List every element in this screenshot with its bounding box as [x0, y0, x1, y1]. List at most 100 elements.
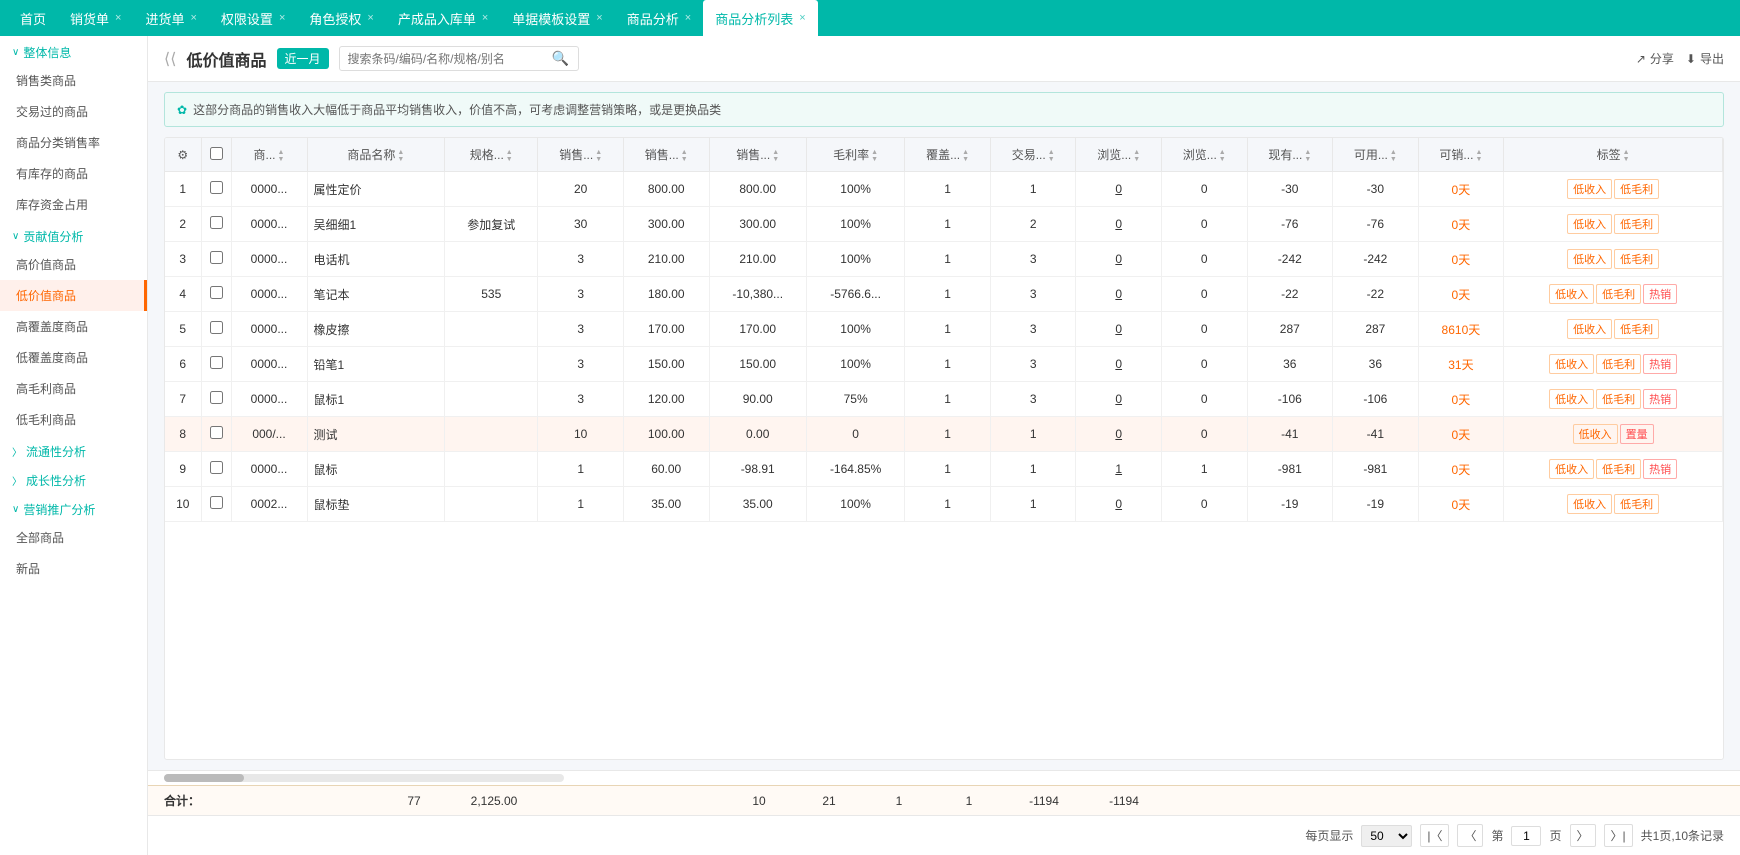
sidebar-item-new-goods[interactable]: 新品	[0, 553, 147, 584]
row-select-checkbox[interactable]	[210, 181, 223, 194]
row-browse1[interactable]: 0	[1076, 172, 1162, 207]
search-icon[interactable]: 🔍	[552, 50, 569, 67]
sidebar-group-flow[interactable]: 〉 流通性分析	[0, 435, 147, 464]
row-checkbox[interactable]	[201, 382, 231, 417]
nav-purchase-order[interactable]: 进货单×	[133, 0, 208, 36]
sidebar-group-marketing[interactable]: ∨ 营销推广分析	[0, 493, 147, 522]
row-checkbox[interactable]	[201, 242, 231, 277]
sidebar-item-low-value[interactable]: 低价值商品	[0, 280, 147, 311]
row-browse1[interactable]: 0	[1076, 277, 1162, 312]
browse-link[interactable]: 0	[1115, 497, 1122, 511]
sidebar-item-sales-goods[interactable]: 销售类商品	[0, 65, 147, 96]
browse-link[interactable]: 0	[1115, 357, 1122, 371]
nav-sales-order[interactable]: 销货单×	[58, 0, 133, 36]
code-column-header[interactable]: 商...▲▼	[231, 138, 307, 172]
nav-permission-settings[interactable]: 权限设置×	[209, 0, 297, 36]
filter-tag-recent-month[interactable]: 近一月	[277, 48, 329, 69]
browse-link[interactable]: 0	[1115, 322, 1122, 336]
sidebar-item-traded-goods[interactable]: 交易过的商品	[0, 96, 147, 127]
sidebar-group-contribution[interactable]: ∨ 贡献值分析	[0, 220, 147, 249]
sidebar-item-category-sales-rate[interactable]: 商品分类销售率	[0, 127, 147, 158]
nav-role-auth[interactable]: 角色授权×	[297, 0, 385, 36]
browse-link[interactable]: 0	[1115, 217, 1122, 231]
nav-template-settings[interactable]: 单据模板设置×	[500, 0, 614, 36]
nav-product-analysis-list[interactable]: 商品分析列表×	[703, 0, 817, 36]
row-select-checkbox[interactable]	[210, 286, 223, 299]
row-select-checkbox[interactable]	[210, 216, 223, 229]
nav-home[interactable]: 首页	[8, 0, 58, 36]
last-page-button[interactable]: 〉|	[1604, 824, 1633, 847]
sidebar-item-low-coverage[interactable]: 低覆盖度商品	[0, 342, 147, 373]
row-checkbox[interactable]	[201, 312, 231, 347]
sale-amount-column-header[interactable]: 销售...▲▼	[709, 138, 806, 172]
row-checkbox[interactable]	[201, 277, 231, 312]
row-checkbox[interactable]	[201, 452, 231, 487]
sidebar-item-high-margin[interactable]: 高毛利商品	[0, 373, 147, 404]
row-select-checkbox[interactable]	[210, 461, 223, 474]
search-input[interactable]	[348, 52, 548, 66]
row-checkbox[interactable]	[201, 417, 231, 452]
sidebar-item-stock-goods[interactable]: 有库存的商品	[0, 158, 147, 189]
close-icon[interactable]: ×	[115, 12, 121, 24]
close-icon[interactable]: ×	[596, 12, 602, 24]
sidebar-item-stock-funds[interactable]: 库存资金占用	[0, 189, 147, 220]
row-browse1[interactable]: 1	[1076, 452, 1162, 487]
transaction-column-header[interactable]: 交易...▲▼	[990, 138, 1076, 172]
browse-link[interactable]: 0	[1115, 182, 1122, 196]
name-column-header[interactable]: 商品名称▲▼	[307, 138, 445, 172]
spec-column-header[interactable]: 规格...▲▼	[445, 138, 538, 172]
sidebar-group-overall[interactable]: ∨ 整体信息	[0, 36, 147, 65]
close-icon[interactable]: ×	[367, 12, 373, 24]
sidebar-item-high-coverage[interactable]: 高覆盖度商品	[0, 311, 147, 342]
nav-product-analysis[interactable]: 商品分析×	[615, 0, 703, 36]
next-page-button[interactable]: 〉	[1570, 824, 1596, 847]
row-browse1[interactable]: 0	[1076, 347, 1162, 382]
close-icon[interactable]: ×	[799, 12, 805, 24]
tags-column-header[interactable]: 标签▲▼	[1504, 138, 1723, 172]
page-size-select[interactable]: 50 100 200	[1361, 825, 1412, 847]
browse-link[interactable]: 0	[1115, 287, 1122, 301]
row-browse1[interactable]: 0	[1076, 417, 1162, 452]
row-select-checkbox[interactable]	[210, 251, 223, 264]
current-stock-column-header[interactable]: 现有...▲▼	[1247, 138, 1333, 172]
row-checkbox[interactable]	[201, 347, 231, 382]
browse2-column-header[interactable]: 浏览...▲▼	[1161, 138, 1247, 172]
prev-page-button[interactable]: 〈	[1457, 824, 1483, 847]
sidebar-group-growth[interactable]: 〉 成长性分析	[0, 464, 147, 493]
saleable-column-header[interactable]: 可销...▲▼	[1418, 138, 1504, 172]
row-select-checkbox[interactable]	[210, 391, 223, 404]
row-select-checkbox[interactable]	[210, 496, 223, 509]
first-page-button[interactable]: |〈	[1420, 824, 1449, 847]
row-checkbox[interactable]	[201, 207, 231, 242]
close-icon[interactable]: ×	[279, 12, 285, 24]
row-select-checkbox[interactable]	[210, 321, 223, 334]
scroll-track[interactable]	[164, 774, 564, 782]
row-select-checkbox[interactable]	[210, 356, 223, 369]
row-browse1[interactable]: 0	[1076, 382, 1162, 417]
page-number-input[interactable]	[1511, 826, 1541, 846]
share-button[interactable]: ↗ 分享	[1636, 50, 1674, 67]
settings-column-header[interactable]: ⚙	[165, 138, 201, 172]
row-browse1[interactable]: 0	[1076, 207, 1162, 242]
row-checkbox[interactable]	[201, 487, 231, 522]
coverage-column-header[interactable]: 覆盖...▲▼	[905, 138, 991, 172]
close-icon[interactable]: ×	[685, 12, 691, 24]
checkbox-column-header[interactable]	[201, 138, 231, 172]
nav-product-inbound[interactable]: 产成品入库单×	[386, 0, 500, 36]
browse-link[interactable]: 0	[1115, 427, 1122, 441]
sidebar-item-high-value[interactable]: 高价值商品	[0, 249, 147, 280]
browse-link[interactable]: 0	[1115, 392, 1122, 406]
gross-margin-column-header[interactable]: 毛利率▲▼	[806, 138, 904, 172]
scroll-thumb[interactable]	[164, 774, 244, 782]
browse1-column-header[interactable]: 浏览...▲▼	[1076, 138, 1162, 172]
select-all-checkbox[interactable]	[210, 147, 223, 160]
close-icon[interactable]: ×	[190, 12, 196, 24]
row-select-checkbox[interactable]	[210, 426, 223, 439]
sidebar-toggle-icon[interactable]: ⟨⟨	[164, 49, 176, 69]
browse-link[interactable]: 1	[1115, 462, 1122, 476]
row-browse1[interactable]: 0	[1076, 242, 1162, 277]
row-checkbox[interactable]	[201, 172, 231, 207]
sidebar-item-all-goods[interactable]: 全部商品	[0, 522, 147, 553]
sidebar-item-low-margin[interactable]: 低毛利商品	[0, 404, 147, 435]
row-browse1[interactable]: 0	[1076, 487, 1162, 522]
